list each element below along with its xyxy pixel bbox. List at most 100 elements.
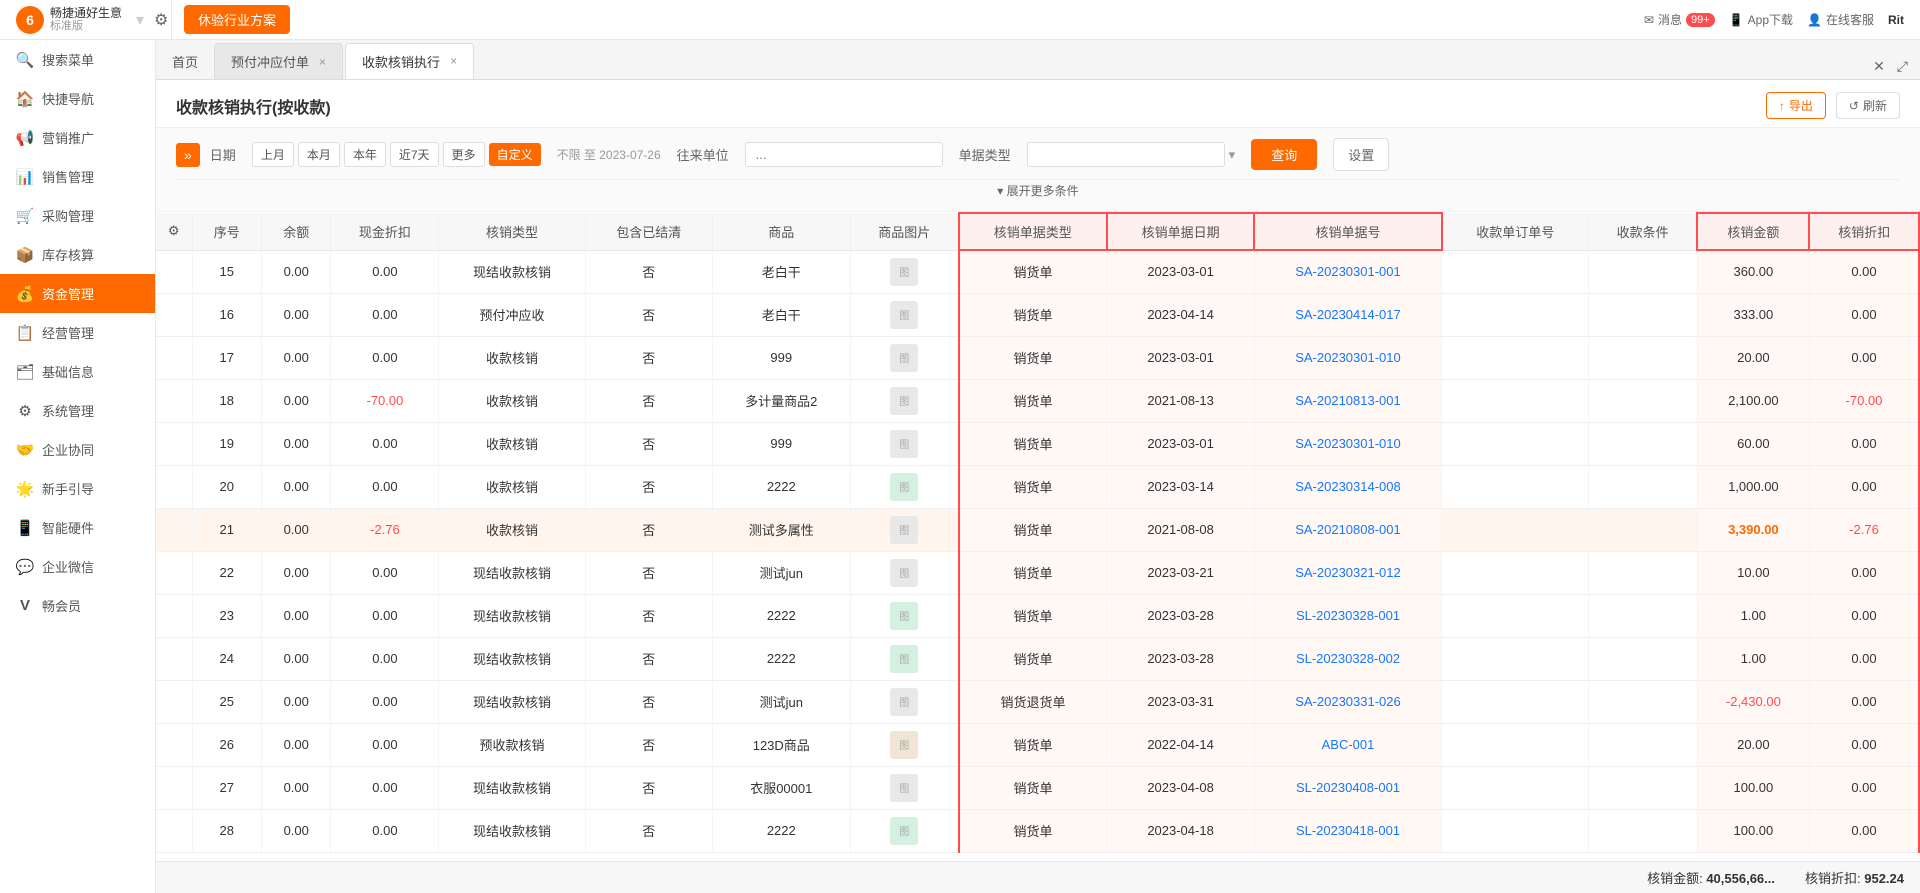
voucher-no-link[interactable]: SA-20230301-010 bbox=[1295, 436, 1401, 451]
table-cell bbox=[1589, 766, 1698, 809]
voucher-no-link[interactable]: SL-20230418-001 bbox=[1296, 823, 1400, 838]
refresh-button[interactable]: ↺ 刷新 bbox=[1836, 92, 1900, 119]
voucher-no-link[interactable]: SL-20230328-001 bbox=[1296, 608, 1400, 623]
table-cell[interactable]: SA-20230301-010 bbox=[1254, 422, 1441, 465]
table-cell[interactable]: SL-20230328-001 bbox=[1254, 594, 1441, 637]
voucher-no-link[interactable]: ABC-001 bbox=[1322, 737, 1375, 752]
tab-home[interactable]: 首页 bbox=[156, 43, 214, 79]
query-button[interactable]: 查询 bbox=[1251, 139, 1317, 170]
voucher-type-select[interactable] bbox=[1027, 142, 1225, 167]
table-cell[interactable]: SA-20210813-001 bbox=[1254, 379, 1441, 422]
table-cell: 0.00 bbox=[261, 379, 330, 422]
voucher-no-link[interactable]: SA-20230314-008 bbox=[1295, 479, 1401, 494]
dropdown-arrow-icon[interactable]: ▾ bbox=[136, 10, 144, 30]
tab-receipt-verify-close[interactable]: × bbox=[450, 54, 457, 68]
table-cell bbox=[1442, 723, 1589, 766]
table-cell[interactable]: SA-20230314-008 bbox=[1254, 465, 1441, 508]
tab-expand-button[interactable]: ⤢ bbox=[1893, 54, 1912, 79]
table-cell: 图 bbox=[850, 422, 959, 465]
table-cell[interactable]: SA-20210808-001 bbox=[1254, 508, 1441, 551]
voucher-no-link[interactable]: SL-20230408-001 bbox=[1296, 780, 1400, 795]
table-cell: 0.00 bbox=[331, 465, 439, 508]
table-cell: 2023-03-28 bbox=[1107, 594, 1255, 637]
table-cell: 60.00 bbox=[1697, 422, 1809, 465]
sidebar-item-purchase[interactable]: 🛒 采购管理 bbox=[0, 196, 155, 235]
voucher-no-link[interactable]: SA-20230301-010 bbox=[1295, 350, 1401, 365]
sidebar-item-sales[interactable]: 📊 销售管理 bbox=[0, 157, 155, 196]
date-this-year-btn[interactable]: 本年 bbox=[344, 142, 386, 167]
table-cell: 销货退货单 bbox=[959, 680, 1107, 723]
voucher-no-link[interactable]: SA-20210813-001 bbox=[1295, 393, 1401, 408]
table-cell: 图 bbox=[850, 336, 959, 379]
product-image: 图 bbox=[890, 301, 918, 329]
row-settings bbox=[156, 508, 192, 551]
tab-receipt-verify[interactable]: 收款核销执行 × bbox=[345, 43, 474, 79]
table-cell: 2023-03-28 bbox=[1107, 637, 1255, 680]
tab-prepayment[interactable]: 预付冲应付单 × bbox=[214, 43, 343, 79]
app-download-button[interactable]: 📱 App下载 bbox=[1729, 11, 1793, 28]
voucher-no-link[interactable]: SA-20230301-001 bbox=[1295, 264, 1401, 279]
table-cell[interactable]: SL-20230408-001 bbox=[1254, 766, 1441, 809]
voucher-no-link[interactable]: SA-20210808-001 bbox=[1295, 522, 1401, 537]
tab-close-all-button[interactable]: ✕ bbox=[1869, 54, 1889, 79]
table-cell: 图 bbox=[850, 809, 959, 852]
voucher-no-link[interactable]: SA-20230321-012 bbox=[1295, 565, 1401, 580]
date-more-btn[interactable]: 更多 bbox=[443, 142, 485, 167]
tab-prepayment-close[interactable]: × bbox=[319, 55, 326, 69]
table-cell[interactable]: SA-20230414-017 bbox=[1254, 293, 1441, 336]
sidebar-item-enterprise[interactable]: 🤝 企业协同 bbox=[0, 430, 155, 469]
user-profile-button[interactable]: Rit bbox=[1888, 13, 1904, 27]
sidebar-item-member[interactable]: V 畅会员 bbox=[0, 586, 155, 625]
messages-button[interactable]: ✉ 消息 99+ bbox=[1644, 11, 1715, 28]
date-custom-btn[interactable]: 自定义 bbox=[489, 143, 541, 166]
sidebar-item-quick-nav[interactable]: 🏠 快捷导航 bbox=[0, 79, 155, 118]
industry-solution-button[interactable]: 休验行业方案 bbox=[184, 5, 290, 34]
sidebar-item-basic-info[interactable]: 🗂 基础信息 bbox=[0, 352, 155, 391]
settings-button[interactable]: 设置 bbox=[1333, 138, 1389, 171]
th-settings[interactable]: ⚙ bbox=[156, 213, 192, 250]
voucher-no-link[interactable]: SA-20230331-026 bbox=[1295, 694, 1401, 709]
date-7days-btn[interactable]: 近7天 bbox=[390, 142, 439, 167]
sidebar-item-wechat[interactable]: 💬 企业微信 bbox=[0, 547, 155, 586]
sidebar-item-hardware[interactable]: 📱 智能硬件 bbox=[0, 508, 155, 547]
table-cell bbox=[1589, 336, 1698, 379]
table-cell: 0.00 bbox=[1809, 594, 1919, 637]
sidebar-item-search[interactable]: 🔍 搜索菜单 bbox=[0, 40, 155, 79]
table-cell[interactable]: SA-20230321-012 bbox=[1254, 551, 1441, 594]
filter-expand-toggle[interactable]: » bbox=[176, 143, 200, 167]
table-cell: 预收款核销 bbox=[439, 723, 585, 766]
table-wrapper[interactable]: ⚙ 序号 余额 现金折扣 核销类型 包含已结清 商品 商品图片 核销单据类型 核… bbox=[156, 212, 1920, 861]
voucher-no-link[interactable]: SL-20230328-002 bbox=[1296, 651, 1400, 666]
settings-icon[interactable]: ⚙ bbox=[154, 10, 168, 30]
table-cell: 否 bbox=[585, 336, 712, 379]
message-badge: 99+ bbox=[1686, 13, 1715, 27]
date-this-month-btn[interactable]: 本月 bbox=[298, 142, 340, 167]
sidebar-item-system[interactable]: ⚙ 系统管理 bbox=[0, 391, 155, 430]
product-image: 图 bbox=[890, 645, 918, 673]
table-row: 230.000.00现结收款核销否2222图销货单2023-03-28SL-20… bbox=[156, 594, 1919, 637]
sidebar-item-inventory[interactable]: 📦 库存核算 bbox=[0, 235, 155, 274]
export-button[interactable]: ↑ 导出 bbox=[1766, 92, 1826, 119]
voucher-no-link[interactable]: SA-20230414-017 bbox=[1295, 307, 1401, 322]
online-service-button[interactable]: 👤 在线客服 bbox=[1807, 11, 1874, 28]
table-cell: 0.00 bbox=[261, 680, 330, 723]
date-last-month-btn[interactable]: 上月 bbox=[252, 142, 294, 167]
th-product: 商品 bbox=[712, 213, 850, 250]
table-cell[interactable]: SA-20230301-010 bbox=[1254, 336, 1441, 379]
expand-more-conditions[interactable]: ▾ 展开更多条件 bbox=[176, 179, 1900, 201]
table-cell[interactable]: SA-20230301-001 bbox=[1254, 250, 1441, 293]
table-cell: 2222 bbox=[712, 809, 850, 852]
table-cell[interactable]: SL-20230328-002 bbox=[1254, 637, 1441, 680]
page-header: 收款核销执行(按收款) ↑ 导出 ↺ 刷新 bbox=[156, 80, 1920, 128]
sidebar-item-finance[interactable]: 💰 资金管理 bbox=[0, 274, 155, 313]
table-cell: 19 bbox=[192, 422, 261, 465]
table-cell[interactable]: SL-20230418-001 bbox=[1254, 809, 1441, 852]
table-cell: 2021-08-13 bbox=[1107, 379, 1255, 422]
sidebar-item-marketing[interactable]: 📢 营销推广 bbox=[0, 118, 155, 157]
table-cell[interactable]: ABC-001 bbox=[1254, 723, 1441, 766]
sidebar-item-operations[interactable]: 📋 经营管理 bbox=[0, 313, 155, 352]
sidebar-item-guide[interactable]: 🌟 新手引导 bbox=[0, 469, 155, 508]
table-cell: 0.00 bbox=[261, 594, 330, 637]
table-cell[interactable]: SA-20230331-026 bbox=[1254, 680, 1441, 723]
partner-input[interactable] bbox=[745, 142, 943, 167]
